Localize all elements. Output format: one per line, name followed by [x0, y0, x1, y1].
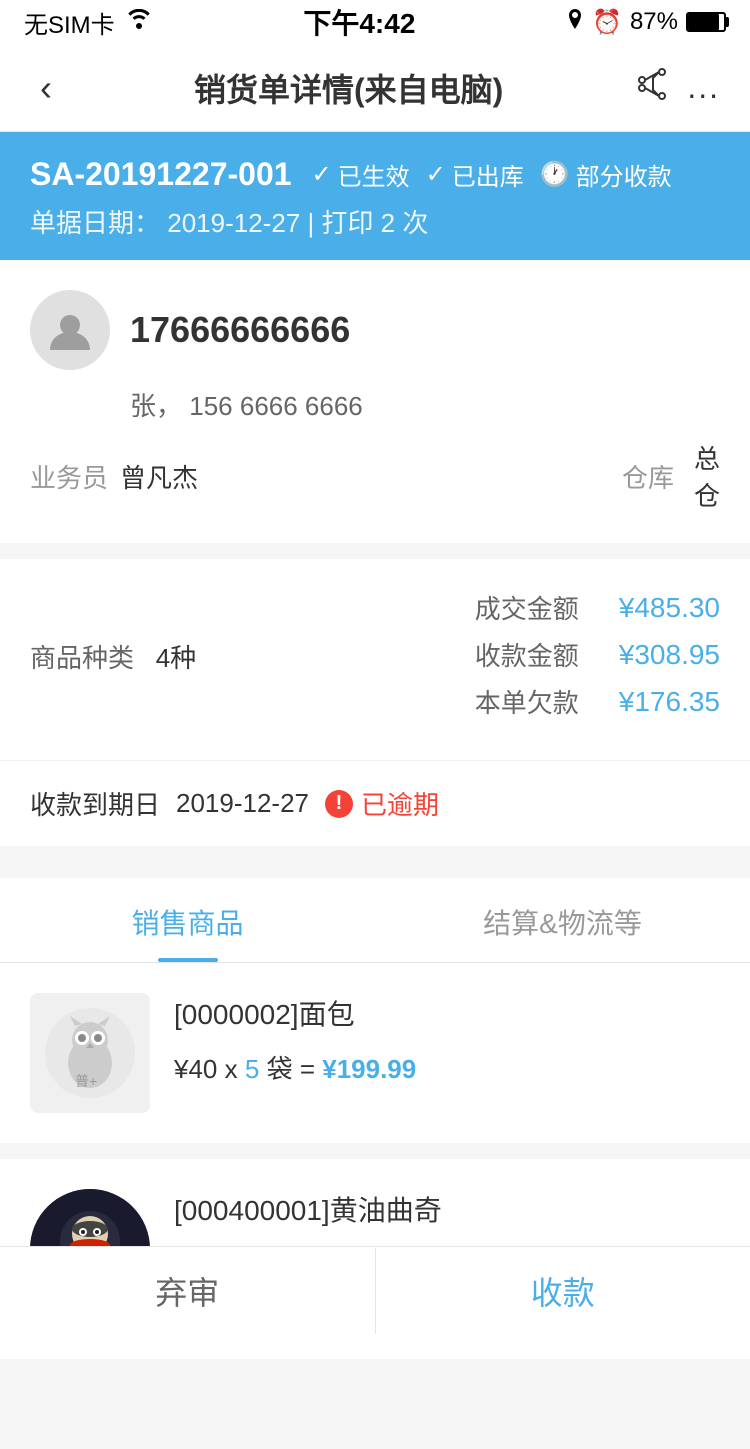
salesperson-value: 曾凡杰	[120, 458, 562, 495]
tabs-row: 销售商品 结算&物流等	[0, 878, 750, 962]
salesperson-label: 业务员	[30, 458, 120, 495]
customer-row: 17666666666	[30, 290, 720, 370]
battery-percent: 87%	[630, 8, 678, 36]
page-title: 销货单详情(来自电脑)	[62, 65, 635, 111]
payment-value: ¥308.95	[619, 639, 720, 671]
order-number: SA-20191227-001	[30, 156, 292, 193]
check-icon-1: ✓	[312, 160, 332, 189]
divider-1	[0, 543, 750, 559]
due-section: 收款到期日 2019-12-27 ! 已逾期	[0, 760, 750, 846]
badge-activated: ✓ 已生效	[312, 157, 410, 192]
alarm-icon: ⏰	[592, 8, 622, 37]
badge-shipped: ✓ 已出库	[426, 157, 524, 192]
cancel-button[interactable]: 弃审	[0, 1248, 376, 1334]
payment-label: 收款金额	[475, 636, 579, 673]
status-time: 下午4:42	[303, 2, 415, 42]
warehouse-value: 总仓	[694, 439, 720, 513]
stats-left: 商品种类 4种	[30, 638, 196, 681]
customer-info-row: 业务员 曾凡杰 仓库 总仓	[30, 439, 720, 513]
share-icon[interactable]	[635, 68, 667, 107]
warehouse-label: 仓库	[622, 458, 682, 495]
stats-right: 成交金额 ¥485.30 收款金额 ¥308.95 本单欠款 ¥176.35	[475, 589, 720, 730]
battery-icon	[686, 12, 726, 32]
customer-name: 张， 156 6666 6666	[130, 386, 720, 423]
payment-row: 收款金额 ¥308.95	[475, 636, 720, 673]
arrears-row: 本单欠款 ¥176.35	[475, 683, 720, 720]
order-header: SA-20191227-001 ✓ 已生效 ✓ 已出库 🕐 部分收款 单据日期：…	[0, 132, 750, 260]
due-date-label: 收款到期日	[30, 785, 160, 822]
product-price-1: ¥40 x 5 袋 = ¥199.99	[174, 1049, 720, 1086]
bottom-bar: 弃审 收款	[0, 1246, 750, 1334]
amount-value: ¥485.30	[619, 592, 720, 624]
confirm-button[interactable]: 收款	[376, 1248, 750, 1334]
clock-icon: 🕐	[540, 160, 570, 189]
customer-section: 17666666666 张， 156 6666 6666 业务员 曾凡杰 仓库 …	[0, 260, 750, 543]
status-left: 无SIM卡	[24, 5, 153, 40]
svg-text:普+: 普+	[75, 1073, 97, 1089]
nav-actions: ...	[635, 68, 720, 107]
tab-sales-products[interactable]: 销售商品	[0, 878, 375, 962]
product-name-2: [000400001]黄油曲奇	[174, 1189, 720, 1229]
avatar	[30, 290, 110, 370]
stats-section: 商品种类 4种 成交金额 ¥485.30 收款金额 ¥308.95 本单欠款 ¥…	[0, 559, 750, 760]
tabs-section: 销售商品 结算&物流等	[0, 878, 750, 963]
amount-row: 成交金额 ¥485.30	[475, 589, 720, 626]
order-badges: ✓ 已生效 ✓ 已出库 🕐 部分收款	[312, 157, 672, 192]
check-icon-2: ✓	[426, 160, 446, 189]
product-info-1: [0000002]面包 ¥40 x 5 袋 = ¥199.99	[174, 993, 720, 1086]
arrears-label: 本单欠款	[475, 683, 579, 720]
location-icon	[566, 8, 584, 36]
product-qty-1: 5	[245, 1054, 259, 1084]
amount-label: 成交金额	[475, 589, 579, 626]
nav-bar: ‹ 销货单详情(来自电脑) ...	[0, 44, 750, 132]
arrears-value: ¥176.35	[619, 686, 720, 718]
overdue-badge: ! 已逾期	[325, 785, 439, 822]
product-types: 商品种类 4种	[30, 638, 196, 675]
badge-partial-payment: 🕐 部分收款	[540, 157, 672, 192]
overdue-text: 已逾期	[361, 785, 439, 822]
due-date-value: 2019-12-27	[176, 788, 309, 819]
wifi-icon	[125, 8, 153, 36]
product-thumb-1: 普+	[30, 993, 150, 1113]
status-bar: 无SIM卡 下午4:42 ⏰ 87%	[0, 0, 750, 44]
product-item: 普+ [0000002]面包 ¥40 x 5 袋 = ¥199.99	[0, 963, 750, 1143]
product-total-1: ¥199.99	[322, 1054, 416, 1084]
more-icon[interactable]: ...	[687, 69, 720, 106]
product-name-1: [0000002]面包	[174, 993, 720, 1033]
customer-phone: 17666666666	[130, 309, 350, 351]
status-right: ⏰ 87%	[566, 8, 726, 37]
order-header-top: SA-20191227-001 ✓ 已生效 ✓ 已出库 🕐 部分收款	[30, 156, 720, 193]
divider-2	[0, 846, 750, 862]
back-button[interactable]: ‹	[30, 57, 62, 119]
carrier-label: 无SIM卡	[24, 5, 115, 40]
owl-logo: 普+	[30, 993, 150, 1113]
bottom-spacer	[0, 1361, 750, 1449]
order-date: 单据日期： 2019-12-27 | 打印 2 次	[30, 203, 720, 240]
overdue-icon: !	[325, 790, 353, 818]
tab-settlement[interactable]: 结算&物流等	[375, 878, 750, 962]
